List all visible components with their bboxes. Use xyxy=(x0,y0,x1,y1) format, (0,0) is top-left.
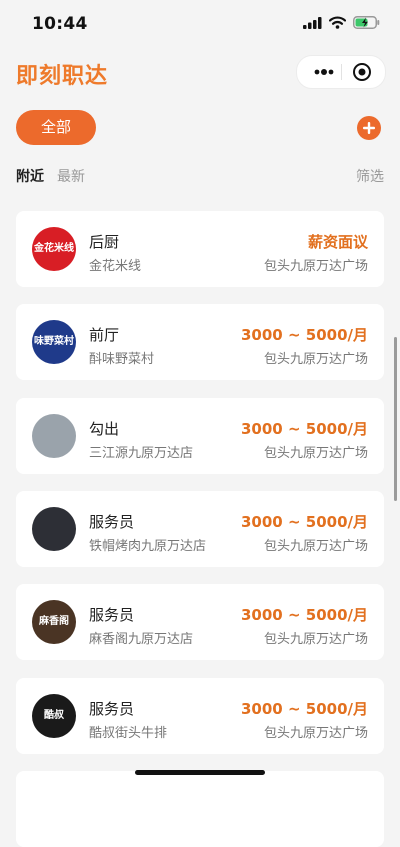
tab-nearby[interactable]: 附近 xyxy=(16,166,44,186)
job-card[interactable]: 勾出 三江源九原万达店 3000 ~ 5000/月 包头九原万达广场 xyxy=(16,398,384,474)
company-name: 金花米线 xyxy=(89,259,142,274)
avatar-label: 麻香阁 xyxy=(39,616,69,627)
company-name: 酙味野菜村 xyxy=(89,352,155,367)
status-icons xyxy=(303,16,380,29)
job-card[interactable]: 酷叔 服务员 酷叔街头牛排 3000 ~ 5000/月 包头九原万达广场 xyxy=(16,678,384,754)
more-icon[interactable] xyxy=(311,62,337,82)
close-target-icon[interactable] xyxy=(352,62,372,82)
company-name: 三江源九原万达店 xyxy=(89,446,194,461)
job-title: 服务员 xyxy=(89,606,135,624)
job-title: 后厨 xyxy=(89,233,120,251)
tab-newest[interactable]: 最新 xyxy=(57,166,85,186)
nav-bar: 即刻职达 xyxy=(0,52,400,92)
plus-icon xyxy=(363,122,375,134)
job-card[interactable]: 服务员 铁帽烤肉九原万达店 3000 ~ 5000/月 包头九原万达广场 xyxy=(16,491,384,567)
home-indicator xyxy=(135,770,265,775)
add-button[interactable] xyxy=(357,116,381,140)
job-title: 服务员 xyxy=(89,700,135,718)
capsule-divider xyxy=(341,64,342,80)
job-card[interactable]: 金花米线 后厨 金花米线 薪资面议 包头九原万达广场 xyxy=(16,211,384,287)
company-name: 铁帽烤肉九原万达店 xyxy=(89,539,207,554)
scrollbar[interactable] xyxy=(394,337,397,501)
salary: 薪资面议 xyxy=(307,233,368,251)
salary: 3000 ~ 5000/月 xyxy=(241,420,368,438)
status-bar: 10:44 xyxy=(0,0,400,50)
company-avatar xyxy=(32,507,76,551)
mini-program-capsule xyxy=(296,55,386,89)
location: 包头九原万达广场 xyxy=(263,259,368,274)
job-title: 勾出 xyxy=(89,420,120,438)
avatar-label: 味野菜村 xyxy=(34,336,74,347)
salary: 3000 ~ 5000/月 xyxy=(241,700,368,718)
company-avatar: 麻香阁 xyxy=(32,600,76,644)
battery-charging-icon xyxy=(353,16,380,29)
location: 包头九原万达广场 xyxy=(263,352,368,367)
job-card[interactable]: 麻香阁 服务员 麻香阁九原万达店 3000 ~ 5000/月 包头九原万达广场 xyxy=(16,584,384,660)
filter-button[interactable]: 筛选 xyxy=(356,166,384,186)
tab-bar: 附近 最新 筛选 xyxy=(16,166,384,186)
company-avatar: 味野菜村 xyxy=(32,320,76,364)
company-name: 酷叔街头牛排 xyxy=(89,726,168,741)
wifi-icon xyxy=(329,16,346,29)
company-avatar: 酷叔 xyxy=(32,694,76,738)
salary: 3000 ~ 5000/月 xyxy=(241,513,368,531)
company-avatar: 金花米线 xyxy=(32,227,76,271)
company-name: 麻香阁九原万达店 xyxy=(89,632,194,647)
status-time: 10:44 xyxy=(32,14,88,34)
location: 包头九原万达广场 xyxy=(263,632,368,647)
signal-icon xyxy=(303,16,322,29)
salary: 3000 ~ 5000/月 xyxy=(241,326,368,344)
salary: 3000 ~ 5000/月 xyxy=(241,606,368,624)
job-title: 前厅 xyxy=(89,326,120,344)
job-card-partial[interactable] xyxy=(16,771,384,847)
job-title: 服务员 xyxy=(89,513,135,531)
job-card[interactable]: 味野菜村 前厅 酙味野菜村 3000 ~ 5000/月 包头九原万达广场 xyxy=(16,304,384,380)
location: 包头九原万达广场 xyxy=(263,539,368,554)
location: 包头九原万达广场 xyxy=(263,446,368,461)
avatar-label: 金花米线 xyxy=(34,243,74,254)
company-avatar xyxy=(32,414,76,458)
app-logo: 即刻职达 xyxy=(16,64,109,89)
location: 包头九原万达广场 xyxy=(263,726,368,741)
avatar-label: 酷叔 xyxy=(44,710,64,721)
all-button[interactable]: 全部 xyxy=(16,110,96,145)
